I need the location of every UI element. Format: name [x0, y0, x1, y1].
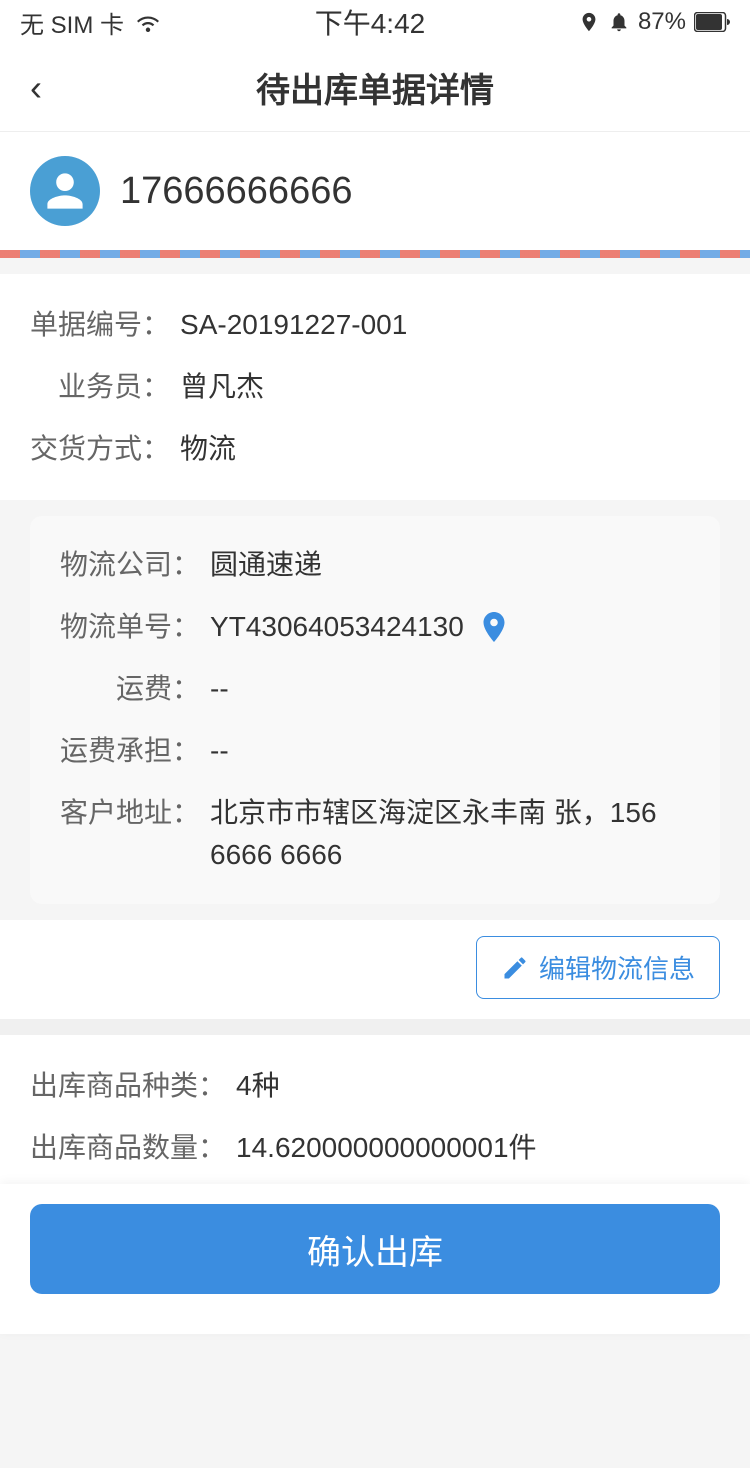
- alarm-icon: [608, 11, 630, 33]
- status-right: 87%: [578, 8, 730, 36]
- logistics-card: 物流公司： 圆通速递 物流单号： YT43064053424130 运费： --…: [30, 516, 720, 904]
- logistics-company-value: 圆通速递: [210, 544, 690, 586]
- logistics-company-row: 物流公司： 圆通速递: [60, 544, 690, 586]
- confirm-outbound-button[interactable]: 确认出库: [30, 1204, 720, 1294]
- freight-row: 运费： --: [60, 668, 690, 710]
- edit-icon: [501, 954, 529, 982]
- customer-phone: 17666666666: [120, 170, 352, 213]
- sales-person-label: 业务员：: [30, 366, 170, 408]
- product-types-value: 4种: [236, 1065, 720, 1107]
- freight-label: 运费：: [60, 668, 200, 710]
- logistics-tracking-row: 物流单号： YT43064053424130: [60, 606, 690, 648]
- logistics-tracking-label: 物流单号：: [60, 606, 200, 648]
- nav-title: 待出库单据详情: [256, 63, 494, 112]
- freight-value: --: [210, 668, 690, 710]
- freight-bear-label: 运费承担：: [60, 730, 200, 772]
- order-number-label: 单据编号：: [30, 304, 170, 346]
- freight-bear-value: --: [210, 730, 690, 772]
- product-types-label: 出库商品种类：: [30, 1065, 226, 1107]
- battery-icon: [694, 12, 730, 32]
- status-time: 下午4:42: [315, 2, 426, 42]
- status-bar: 无 SIM 卡 下午4:42 87%: [0, 0, 750, 44]
- delivery-method-label: 交货方式：: [30, 428, 170, 470]
- product-quantity-label: 出库商品数量：: [30, 1127, 226, 1169]
- bottom-action-area: 确认出库: [0, 1184, 750, 1334]
- order-number-value: SA-20191227-001: [180, 304, 720, 346]
- product-section: 出库商品种类： 4种 出库商品数量： 14.620000000000001件: [0, 1035, 750, 1189]
- wifi-icon: [134, 12, 162, 32]
- nav-bar: ‹ 待出库单据详情: [0, 44, 750, 132]
- freight-bear-row: 运费承担： --: [60, 730, 690, 772]
- carrier-label: 无 SIM 卡: [20, 5, 124, 40]
- tracking-location-icon[interactable]: [476, 609, 512, 645]
- status-left: 无 SIM 卡: [20, 5, 162, 40]
- product-quantity-row: 出库商品数量： 14.620000000000001件: [30, 1127, 720, 1169]
- back-button[interactable]: ‹: [30, 67, 42, 109]
- battery-label: 87%: [638, 8, 686, 36]
- customer-avatar: [30, 156, 100, 226]
- delivery-method-value: 物流: [180, 428, 720, 470]
- user-icon: [43, 169, 87, 213]
- section-divider: [0, 1019, 750, 1035]
- customer-header: 17666666666: [0, 132, 750, 250]
- sales-person-row: 业务员： 曾凡杰: [30, 366, 720, 408]
- order-number-row: 单据编号： SA-20191227-001: [30, 304, 720, 346]
- address-label: 客户地址：: [60, 792, 200, 834]
- edit-logistics-row: 编辑物流信息: [0, 920, 750, 1019]
- address-value: 北京市市辖区海淀区永丰南 张，156 6666 6666: [210, 792, 690, 876]
- product-types-row: 出库商品种类： 4种: [30, 1065, 720, 1107]
- tracking-number-text: YT43064053424130: [210, 606, 464, 648]
- order-info-section: 单据编号： SA-20191227-001 业务员： 曾凡杰 交货方式： 物流: [0, 274, 750, 500]
- product-quantity-value: 14.620000000000001件: [236, 1127, 720, 1169]
- logistics-tracking-value: YT43064053424130: [210, 606, 690, 648]
- sales-person-value: 曾凡杰: [180, 366, 720, 408]
- address-row: 客户地址： 北京市市辖区海淀区永丰南 张，156 6666 6666: [60, 792, 690, 876]
- edit-logistics-label: 编辑物流信息: [539, 949, 695, 986]
- location-status-icon: [578, 11, 600, 33]
- dashed-separator: [0, 250, 750, 258]
- delivery-method-row: 交货方式： 物流: [30, 428, 720, 470]
- confirm-btn-label: 确认出库: [307, 1225, 443, 1274]
- logistics-company-label: 物流公司：: [60, 544, 200, 586]
- edit-logistics-button[interactable]: 编辑物流信息: [476, 936, 720, 999]
